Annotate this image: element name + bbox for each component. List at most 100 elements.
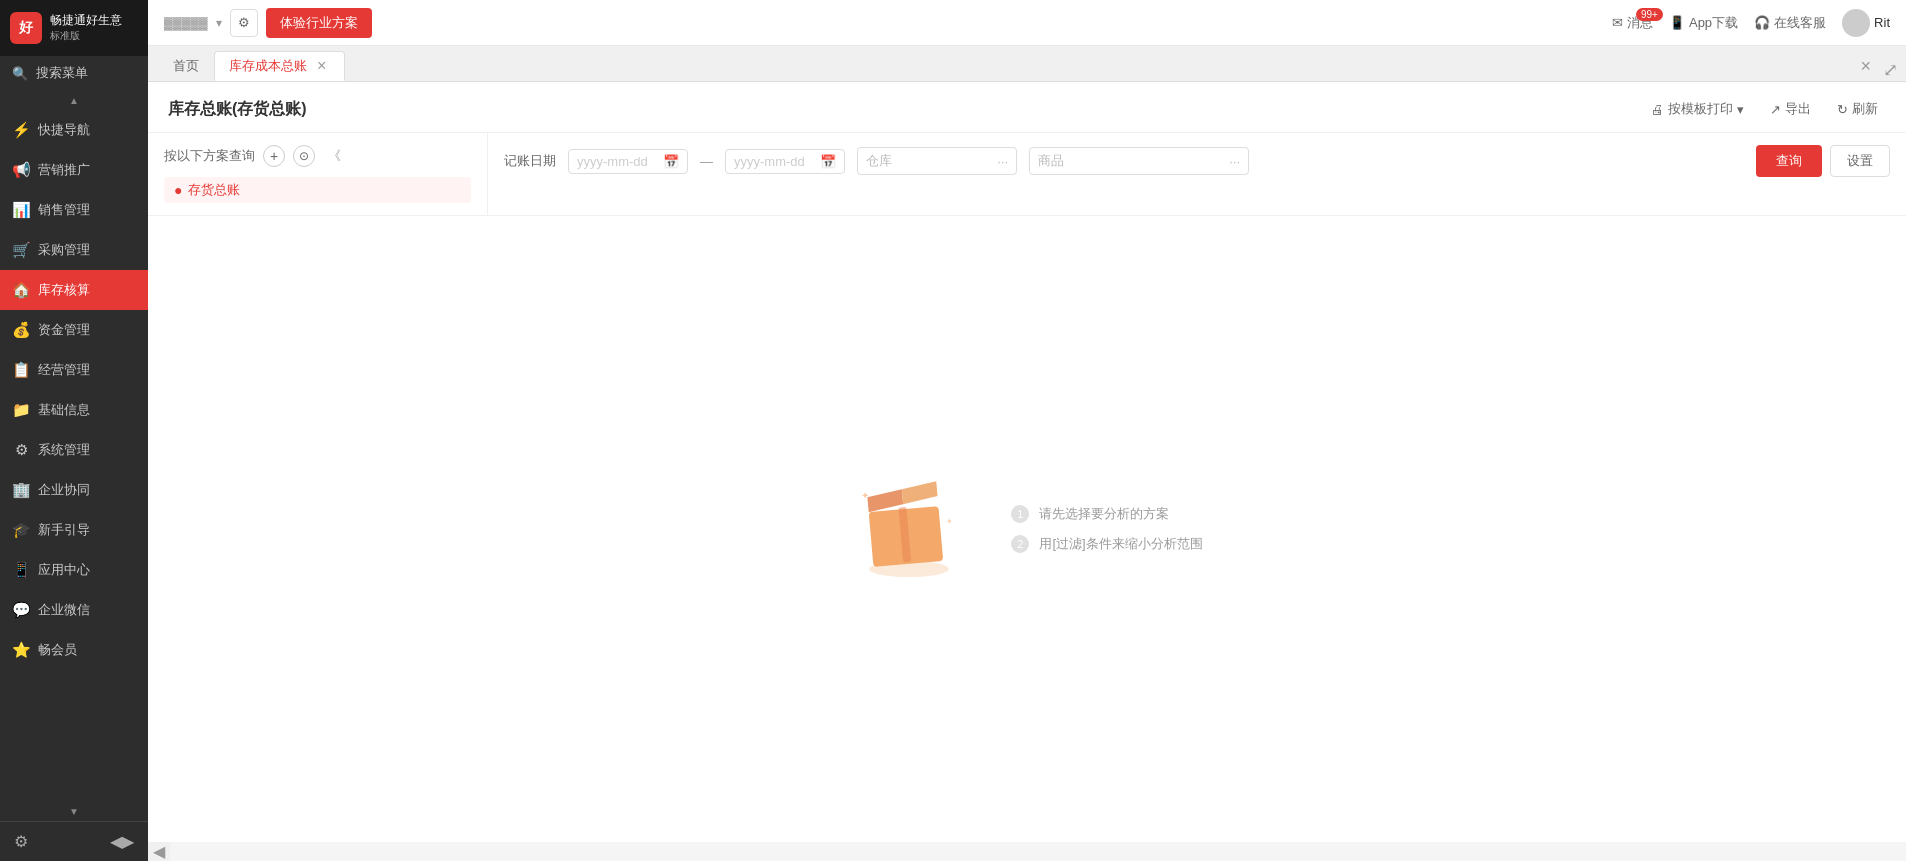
panel-close-icon[interactable]: × [1856, 52, 1875, 81]
sidebar-item-wechat[interactable]: 💬 企业微信 [0, 590, 148, 630]
sidebar-item-member[interactable]: ⭐ 畅会员 [0, 630, 148, 670]
page-header: 库存总账(存货总账) 🖨 按模板打印 ▾ ↗ 导出 ↻ 刷新 [148, 82, 1906, 133]
calendar-start-icon[interactable]: 📅 [663, 154, 679, 169]
empty-illustration: ✦ ✦ ✦ [851, 469, 971, 589]
sidebar-item-quick-nav[interactable]: ⚡ 快捷导航 [0, 110, 148, 150]
topbar-left: ▓▓▓▓▓ ▾ ⚙ 体验行业方案 [164, 8, 1602, 38]
right-panel[interactable]: ◀ [148, 842, 170, 861]
marketing-icon: 📢 [12, 161, 30, 179]
remove-scheme-button[interactable]: ⊙ [293, 145, 315, 167]
goods-placeholder: 商品 [1038, 152, 1064, 170]
print-button[interactable]: 🖨 按模板打印 ▾ [1643, 96, 1752, 122]
sidebar-item-app-center[interactable]: 📱 应用中心 [0, 550, 148, 590]
sidebar-item-label: 采购管理 [38, 241, 90, 259]
sidebar-item-label: 销售管理 [38, 201, 90, 219]
calendar-end-icon[interactable]: 📅 [820, 154, 836, 169]
panel-expand-icon[interactable]: ⤢ [1883, 59, 1898, 81]
filter-controls: 记账日期 yyyy-mm-dd 📅 — yyyy-mm-dd 📅 仓库 ··· [488, 133, 1906, 215]
messages-button[interactable]: ✉ 消息 99+ [1612, 14, 1653, 32]
basic-info-icon: 📁 [12, 401, 30, 419]
app-download-button[interactable]: 📱 App下载 [1669, 14, 1738, 32]
refresh-label: 刷新 [1852, 100, 1878, 118]
sidebar-logo: 好 畅捷通好生意 标准版 [0, 0, 148, 56]
message-icon: ✉ [1612, 15, 1623, 30]
date-label: 记账日期 [504, 152, 556, 170]
empty-svg: ✦ ✦ ✦ [851, 469, 971, 589]
sidebar-scroll-up[interactable]: ▲ [0, 90, 148, 110]
sidebar-item-guide[interactable]: 🎓 新手引导 [0, 510, 148, 550]
goods-select[interactable]: 商品 ··· [1029, 147, 1249, 175]
sidebar-item-purchase[interactable]: 🛒 采购管理 [0, 230, 148, 270]
sidebar-item-enterprise[interactable]: 🏢 企业协同 [0, 470, 148, 510]
settings-footer-icon[interactable]: ⚙ [14, 832, 28, 851]
date-start-input[interactable]: yyyy-mm-dd 📅 [568, 149, 688, 174]
settings-button[interactable]: 设置 [1830, 145, 1890, 177]
scheme-item-inventory[interactable]: ● 存货总账 [164, 177, 471, 203]
sidebar-item-label: 资金管理 [38, 321, 90, 339]
add-scheme-button[interactable]: + [263, 145, 285, 167]
online-service-button[interactable]: 🎧 在线客服 [1754, 14, 1826, 32]
tab-close-icon[interactable]: × [313, 53, 330, 79]
wechat-icon: 💬 [12, 601, 30, 619]
service-icon: 🎧 [1754, 15, 1770, 30]
logo-icon: 好 [10, 12, 42, 44]
topbar-right: ✉ 消息 99+ 📱 App下载 🎧 在线客服 Rit [1612, 9, 1890, 37]
sidebar-item-label: 快捷导航 [38, 121, 90, 139]
export-button[interactable]: ↗ 导出 [1762, 96, 1819, 122]
sidebar-item-marketing[interactable]: 📢 营销推广 [0, 150, 148, 190]
user-menu[interactable]: Rit [1842, 9, 1890, 37]
logo-text: 畅捷通好生意 [50, 13, 122, 29]
empty-tips: 1 请先选择要分析的方案 2 用[过滤]条件来缩小分析范围 [1011, 505, 1202, 553]
warehouse-more-icon: ··· [997, 154, 1008, 169]
refresh-button[interactable]: ↻ 刷新 [1829, 96, 1886, 122]
collapse-sidebar-icon[interactable]: ◀▶ [110, 832, 134, 851]
tab-home[interactable]: 首页 [158, 51, 214, 81]
tab-inventory-ledger[interactable]: 库存成本总账 × [214, 51, 345, 81]
sidebar-item-finance[interactable]: 💰 资金管理 [0, 310, 148, 350]
app-center-icon: 📱 [12, 561, 30, 579]
search-menu-label: 搜索菜单 [36, 64, 88, 82]
avatar [1842, 9, 1870, 37]
tip-text-1: 请先选择要分析的方案 [1039, 505, 1169, 523]
collapse-filter-button[interactable]: 《 [323, 145, 345, 167]
sidebar-scroll-down[interactable]: ▼ [0, 801, 148, 821]
warehouse-select[interactable]: 仓库 ··· [857, 147, 1017, 175]
query-button[interactable]: 查询 [1756, 145, 1822, 177]
sidebar-item-inventory[interactable]: 🏠 库存核算 [0, 270, 148, 310]
date-start-placeholder: yyyy-mm-dd [577, 154, 648, 169]
page-actions: 🖨 按模板打印 ▾ ↗ 导出 ↻ 刷新 [1643, 96, 1886, 122]
filter-row-1: 记账日期 yyyy-mm-dd 📅 — yyyy-mm-dd 📅 仓库 ··· [504, 145, 1890, 177]
tab-home-label: 首页 [173, 57, 199, 75]
date-separator: — [700, 154, 713, 169]
right-panel-collapse-icon: ◀ [153, 842, 165, 861]
breadcrumb-text: ▓▓▓▓▓ [164, 16, 208, 30]
sidebar-item-label: 基础信息 [38, 401, 90, 419]
sidebar-footer: ⚙ ◀▶ [0, 821, 148, 861]
tip-number-1: 1 [1011, 505, 1029, 523]
sidebar-item-label: 系统管理 [38, 441, 90, 459]
sidebar-item-label: 库存核算 [38, 281, 90, 299]
sidebar-item-operations[interactable]: 📋 经营管理 [0, 350, 148, 390]
finance-icon: 💰 [12, 321, 30, 339]
sidebar-item-basic-info[interactable]: 📁 基础信息 [0, 390, 148, 430]
topbar: ▓▓▓▓▓ ▾ ⚙ 体验行业方案 ✉ 消息 99+ 📱 App下载 🎧 在线客服 [148, 0, 1906, 46]
sidebar-item-sales[interactable]: 📊 销售管理 [0, 190, 148, 230]
sidebar-item-system[interactable]: ⚙ 系统管理 [0, 430, 148, 470]
filter-container: 按以下方案查询 + ⊙ 《 ● 存货总账 记账日期 yyyy-mm-dd [148, 133, 1906, 216]
search-menu[interactable]: 🔍 搜索菜单 [0, 56, 148, 90]
purchase-icon: 🛒 [12, 241, 30, 259]
scheme-panel-header: 按以下方案查询 + ⊙ 《 [164, 145, 471, 167]
trial-industry-button[interactable]: 体验行业方案 [266, 8, 372, 38]
tab-inventory-ledger-label: 库存成本总账 [229, 57, 307, 75]
refresh-icon: ↻ [1837, 102, 1848, 117]
sales-icon: 📊 [12, 201, 30, 219]
topbar-gear-button[interactable]: ⚙ [230, 9, 258, 37]
topbar-dropdown-icon[interactable]: ▾ [216, 16, 222, 30]
empty-state: ✦ ✦ ✦ 1 请先选择要分析的方案 2 用[过滤]条件来缩小分析范围 [148, 216, 1906, 842]
sidebar-item-label: 企业协同 [38, 481, 90, 499]
breadcrumb: ▓▓▓▓▓ [164, 16, 208, 30]
print-label: 按模板打印 [1668, 100, 1733, 118]
sidebar: 好 畅捷通好生意 标准版 🔍 搜索菜单 ▲ ⚡ 快捷导航 📢 营销推广 📊 销售… [0, 0, 148, 861]
warehouse-placeholder: 仓库 [866, 152, 892, 170]
date-end-input[interactable]: yyyy-mm-dd 📅 [725, 149, 845, 174]
